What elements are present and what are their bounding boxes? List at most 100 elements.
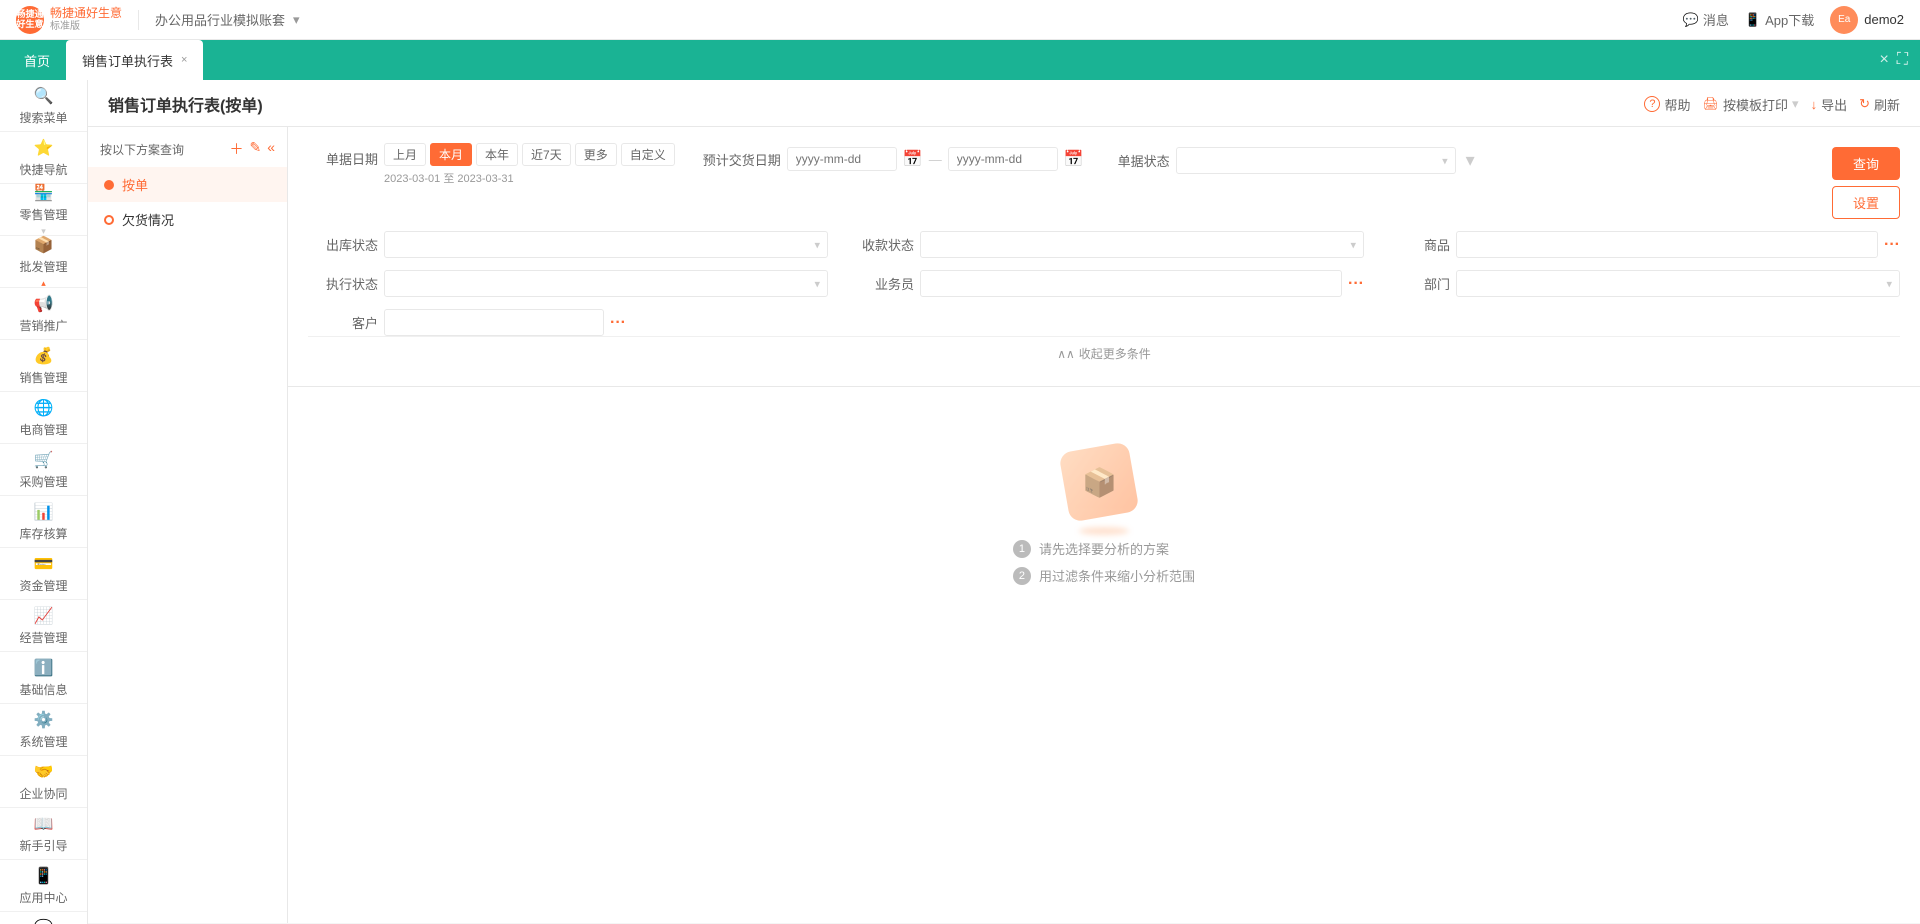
this-year-btn[interactable]: 本年: [476, 143, 518, 166]
search-menu-icon: 🔍: [34, 86, 54, 106]
sidebar-item-search-menu[interactable]: 🔍 搜索菜单: [0, 80, 87, 132]
product-more-btn[interactable]: ···: [1884, 236, 1900, 254]
status-expand-icon: ▾: [1466, 150, 1475, 171]
user-area[interactable]: Ea demo2: [1830, 6, 1904, 34]
estimated-date-label: 预计交货日期: [691, 150, 781, 169]
top-bar-left: 畅捷通好生意 畅捷通好生意 标准版 办公用品行业模拟账套 ▾: [16, 6, 300, 34]
ecommerce-mgmt-icon: 🌐: [34, 398, 54, 418]
wholesale-mgmt-icon: 📦: [34, 235, 54, 255]
sidebar-item-system-mgmt[interactable]: ⚙️ 系统管理: [0, 704, 87, 756]
payment-status-select[interactable]: [920, 231, 1364, 258]
enterprise-wechat-icon: 💬: [34, 918, 54, 924]
date-filter-group: 上月 本月 本年 近7天 更多 自定义 2023-03-01 至 2023-03…: [384, 143, 675, 186]
department-select[interactable]: [1456, 270, 1900, 297]
tip-text-1: 请先选择要分析的方案: [1039, 539, 1169, 558]
last-7-days-btn[interactable]: 近7天: [522, 143, 571, 166]
window-close-icon[interactable]: ×: [1879, 51, 1888, 69]
more-date-btn[interactable]: 更多: [575, 143, 617, 166]
scheme-item-by-debt[interactable]: 欠货情况: [88, 202, 287, 237]
message-action[interactable]: 💬 消息: [1683, 10, 1729, 29]
avatar: Ea: [1830, 6, 1858, 34]
tab-bar-right: × ⛶: [1879, 51, 1920, 69]
payment-status-label: 收款状态: [844, 235, 914, 254]
window-maximize-icon[interactable]: ⛶: [1897, 51, 1908, 69]
execution-status-select[interactable]: [384, 270, 828, 297]
status-select[interactable]: [1176, 147, 1456, 174]
page-header-top: 销售订单执行表(按单) ? 帮助 🖨 按模板打印 ▾ ↓ 导出: [108, 92, 1900, 126]
logo-text: 畅捷通好生意 标准版: [50, 6, 122, 32]
add-scheme-btn[interactable]: ＋: [229, 139, 243, 159]
system-mgmt-icon: ⚙️: [34, 710, 54, 730]
tab-sales-order[interactable]: 销售订单执行表 ×: [66, 40, 203, 80]
sidebar-item-enterprise-collab[interactable]: 🤝 企业协同: [0, 756, 87, 808]
set-btn[interactable]: 设置: [1832, 186, 1900, 219]
sidebar-item-wholesale-mgmt[interactable]: 📦 批发管理 ▴: [0, 236, 87, 288]
refresh-btn[interactable]: ↻ 刷新: [1859, 95, 1900, 114]
sidebar: 🔍 搜索菜单 ⭐ 快捷导航 🏪 零售管理 ▾ 📦 批发管理 ▴ 📢 营销推广 💰…: [0, 80, 88, 924]
sidebar-item-basic-info[interactable]: ℹ️ 基础信息: [0, 652, 87, 704]
help-icon: ?: [1644, 96, 1660, 112]
status-select-wrapper: [1176, 147, 1456, 174]
edit-scheme-btn[interactable]: ✎: [249, 139, 261, 159]
query-actions: 查询 设置: [1832, 143, 1900, 219]
collapse-row[interactable]: ∧∧ 收起更多条件: [308, 336, 1900, 370]
estimated-date-from-input[interactable]: [787, 147, 897, 171]
tip-num-1: 1: [1013, 540, 1031, 558]
customer-more-btn[interactable]: ···: [610, 314, 626, 332]
top-bar-right: 💬 消息 📱 App下载 Ea demo2: [1683, 6, 1904, 34]
collapse-panel-btn[interactable]: «: [267, 139, 275, 159]
calendar-to-icon: 📅: [1064, 149, 1084, 169]
content-area: 销售订单执行表(按单) ? 帮助 🖨 按模板打印 ▾ ↓ 导出: [88, 80, 1920, 924]
empty-state: 📦 1 请先选择要分析的方案 2 用过滤条件来缩小分析范围: [288, 387, 1920, 645]
logo-area: 畅捷通好生意 畅捷通好生意 标准版: [16, 6, 122, 34]
sidebar-item-quick-nav[interactable]: ⭐ 快捷导航: [0, 132, 87, 184]
page-subtitle: 办公用品行业模拟账套: [155, 10, 285, 29]
custom-date-btn[interactable]: 自定义: [621, 143, 675, 166]
sidebar-item-new-user-guide[interactable]: 📖 新手引导: [0, 808, 87, 860]
customer-input[interactable]: [384, 309, 604, 336]
help-btn[interactable]: ? 帮助: [1644, 95, 1690, 114]
tab-close-icon[interactable]: ×: [181, 54, 187, 66]
retail-mgmt-icon: 🏪: [34, 183, 54, 203]
sidebar-item-sales-mgmt[interactable]: 💰 销售管理: [0, 340, 87, 392]
date-range-text: 2023-03-01 至 2023-03-31: [384, 170, 675, 186]
finance-mgmt-icon: 💳: [34, 554, 54, 574]
sidebar-item-ecommerce-mgmt[interactable]: 🌐 电商管理: [0, 392, 87, 444]
tab-bar: 首页 销售订单执行表 × × ⛶: [0, 40, 1920, 80]
sidebar-item-retail-mgmt[interactable]: 🏪 零售管理 ▾: [0, 184, 87, 236]
user-name: demo2: [1864, 12, 1904, 27]
this-month-btn[interactable]: 本月: [430, 143, 472, 166]
sidebar-item-finance-mgmt[interactable]: 💳 资金管理: [0, 548, 87, 600]
estimated-date-to-input[interactable]: [948, 147, 1058, 171]
empty-box-icon: 📦: [1058, 441, 1139, 522]
tip-num-2: 2: [1013, 567, 1031, 585]
date-dash: —: [929, 152, 942, 167]
payment-status-wrapper: [920, 231, 1364, 258]
sidebar-item-operation-mgmt[interactable]: 📈 经营管理: [0, 600, 87, 652]
export-btn[interactable]: ↓ 导出: [1811, 95, 1848, 114]
refresh-icon: ↻: [1859, 96, 1870, 112]
sidebar-item-purchase-mgmt[interactable]: 🛒 采购管理: [0, 444, 87, 496]
scheme-dot: [104, 215, 114, 225]
empty-tip-1: 1 请先选择要分析的方案: [1013, 539, 1195, 558]
delivery-status-select[interactable]: [384, 231, 828, 258]
last-month-btn[interactable]: 上月: [384, 143, 426, 166]
app-download-action[interactable]: 📱 App下载: [1745, 10, 1814, 29]
query-btn[interactable]: 查询: [1832, 147, 1900, 180]
sidebar-item-enterprise-wechat[interactable]: 💬 企业微信: [0, 912, 87, 924]
page-header-actions: ? 帮助 🖨 按模板打印 ▾ ↓ 导出 ↻ 刷新: [1644, 95, 1900, 114]
basic-info-icon: ℹ️: [34, 658, 54, 678]
subtitle-dropdown-icon[interactable]: ▾: [293, 12, 300, 28]
tab-home[interactable]: 首页: [8, 40, 66, 80]
salesperson-input[interactable]: [920, 270, 1342, 297]
print-btn[interactable]: 🖨 按模板打印 ▾: [1703, 95, 1799, 114]
empty-shadow: [1079, 527, 1129, 535]
sidebar-item-marketing[interactable]: 📢 营销推广: [0, 288, 87, 340]
scheme-item-by-order[interactable]: 按单: [88, 167, 287, 202]
sales-mgmt-icon: 💰: [34, 346, 54, 366]
empty-illustration: 📦: [1064, 447, 1144, 527]
sidebar-item-inventory[interactable]: 📊 库存核算: [0, 496, 87, 548]
sidebar-item-app-center[interactable]: 📱 应用中心: [0, 860, 87, 912]
product-input[interactable]: [1456, 231, 1878, 258]
salesperson-more-btn[interactable]: ···: [1348, 275, 1364, 293]
